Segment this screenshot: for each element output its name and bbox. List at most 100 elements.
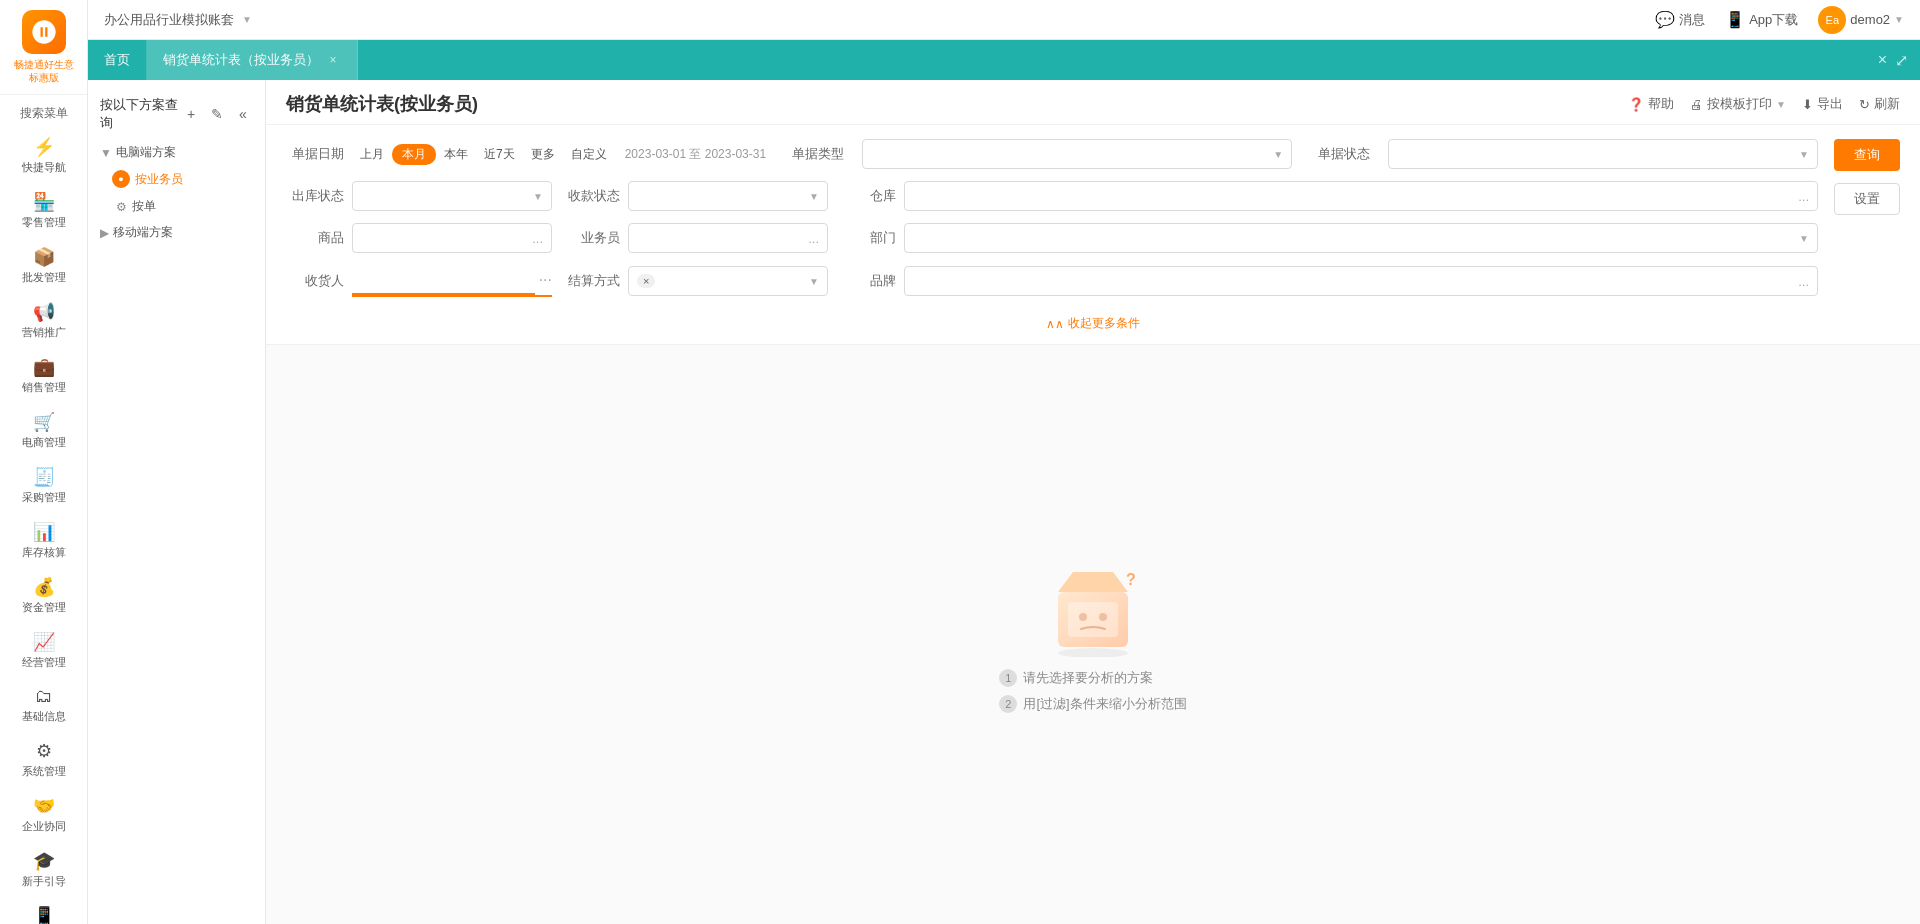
payment-method-select[interactable]: × ▼ <box>628 266 828 296</box>
salesperson-scheme-item[interactable]: ● 按业务员 <box>88 165 265 193</box>
refresh-icon: ↻ <box>1859 97 1870 112</box>
sidebar-item-quick-nav[interactable]: ⚡ 快捷导航 <box>0 128 87 183</box>
salesperson-select[interactable]: ... <box>628 223 828 253</box>
date-presets-group: 上月 本月 本年 近7天 更多 自定义 2023-03-01 至 2023-03… <box>352 144 766 165</box>
filter-row-1: 单据日期 上月 本月 本年 近7天 更多 自定义 2023-03-01 至 20… <box>286 139 1900 309</box>
sidebar-item-label: 新手引导 <box>22 874 66 889</box>
sidebar-item-retail[interactable]: 🏪 零售管理 <box>0 183 87 238</box>
empty-illustration: ? 1 请先选择要分析的方案 2 用[过滤]条件来缩小分析范围 <box>999 557 1186 713</box>
payment-status-select[interactable]: ▼ <box>628 181 828 211</box>
sidebar-item-system[interactable]: ⚙ 系统管理 <box>0 732 87 787</box>
top-header: 办公用品行业模拟账套 ▼ 💬 消息 📱 App下载 Ea demo2 ▼ <box>88 0 1920 40</box>
apps-icon: 📱 <box>33 905 55 924</box>
scheme-panel-title: 按以下方案查询 <box>100 96 181 132</box>
help-btn[interactable]: ❓ 帮助 <box>1628 95 1674 113</box>
sidebar-item-finance[interactable]: 💰 资金管理 <box>0 568 87 623</box>
tab-home[interactable]: 首页 <box>88 40 147 80</box>
user-name: demo2 <box>1850 12 1890 27</box>
consignee-input-wrap: ··· <box>352 265 552 297</box>
product-select[interactable]: ... <box>352 223 552 253</box>
warehouse-select[interactable]: ... <box>904 181 1818 211</box>
refresh-btn[interactable]: ↻ 刷新 <box>1859 95 1900 113</box>
header-title-area[interactable]: 办公用品行业模拟账套 ▼ <box>104 11 252 29</box>
doc-type-select[interactable]: ▼ <box>862 139 1292 169</box>
doc-status-select[interactable]: ▼ <box>1388 139 1818 169</box>
data-area: ? 1 请先选择要分析的方案 2 用[过滤]条件来缩小分析范围 <box>266 345 1920 924</box>
avatar-initials: Ea <box>1826 14 1839 26</box>
messages-btn[interactable]: 💬 消息 <box>1655 10 1705 29</box>
dept-select[interactable]: ▼ <box>904 223 1818 253</box>
filter-row-4: 收货人 ··· 结算方式 × ▼ <box>286 265 1818 297</box>
marketing-icon: 📢 <box>33 301 55 323</box>
stock-status-select[interactable]: ▼ <box>352 181 552 211</box>
retail-icon: 🏪 <box>33 191 55 213</box>
print-dropdown-icon: ▼ <box>1776 99 1786 110</box>
app-download-btn[interactable]: 📱 App下载 <box>1725 10 1798 29</box>
sidebar-item-label: 零售管理 <box>22 215 66 230</box>
scheme-add-btn[interactable]: + <box>181 104 201 124</box>
filter-row-3: 商品 ... 业务员 ... 部门 <box>286 223 1818 253</box>
user-profile[interactable]: Ea demo2 ▼ <box>1818 6 1904 34</box>
salesperson-scheme-label: 按业务员 <box>135 171 183 188</box>
header-title: 办公用品行业模拟账套 <box>104 11 234 29</box>
mobile-scheme-toggle[interactable]: ▶ 移动端方案 <box>88 220 265 245</box>
consignee-input[interactable] <box>352 265 535 295</box>
quick-nav-icon: ⚡ <box>33 136 55 158</box>
search-menu[interactable]: 搜索菜单 <box>20 95 68 128</box>
tab-salesperson-stats[interactable]: 销货单统计表（按业务员） × <box>147 40 358 80</box>
sales-icon: 💼 <box>33 356 55 378</box>
preset-7days[interactable]: 近7天 <box>476 144 523 165</box>
tip-text-1: 请先选择要分析的方案 <box>1023 669 1153 687</box>
preset-this-year[interactable]: 本年 <box>436 144 476 165</box>
payment-method-caret: ▼ <box>809 276 819 287</box>
sidebar-item-apps[interactable]: 📱 应用中心 <box>0 897 87 924</box>
system-icon: ⚙ <box>36 740 52 762</box>
export-btn[interactable]: ⬇ 导出 <box>1802 95 1843 113</box>
svg-point-3 <box>1099 613 1107 621</box>
sidebar-item-purchase[interactable]: 🧾 采购管理 <box>0 458 87 513</box>
help-label: 帮助 <box>1648 95 1674 113</box>
sidebar-item-sales[interactable]: 💼 销售管理 <box>0 348 87 403</box>
sidebar-item-business[interactable]: 📈 经营管理 <box>0 623 87 678</box>
brand-select[interactable]: ... <box>904 266 1818 296</box>
payment-method-label: 结算方式 <box>562 272 628 290</box>
preset-this-month[interactable]: 本月 <box>392 144 436 165</box>
svg-rect-1 <box>1068 602 1118 637</box>
sidebar-item-enterprise[interactable]: 🤝 企业协同 <box>0 787 87 842</box>
pc-scheme-toggle[interactable]: ▼ 电脑端方案 <box>88 140 265 165</box>
print-icon: 🖨 <box>1690 97 1703 112</box>
window-expand-btn[interactable]: ⤢ <box>1895 51 1908 70</box>
download-icon: 📱 <box>1725 10 1745 29</box>
by-order-scheme-item[interactable]: ⚙ 按单 <box>88 193 265 220</box>
scheme-collapse-btn[interactable]: « <box>233 104 253 124</box>
sidebar-item-inventory[interactable]: 📊 库存核算 <box>0 513 87 568</box>
sidebar-item-label: 基础信息 <box>22 709 66 724</box>
sidebar-item-ecommerce[interactable]: 🛒 电商管理 <box>0 403 87 458</box>
brand-label: 品牌 <box>838 272 904 290</box>
sidebar-item-label: 系统管理 <box>22 764 66 779</box>
sidebar-item-basic[interactable]: 🗂 基础信息 <box>0 678 87 732</box>
sidebar: 畅捷通好生意 标惠版 搜索菜单 ⚡ 快捷导航 🏪 零售管理 📦 批发管理 📢 营… <box>0 0 88 924</box>
date-range-text: 2023-03-01 至 2023-03-31 <box>625 146 766 163</box>
scheme-edit-btn[interactable]: ✎ <box>207 104 227 124</box>
query-button[interactable]: 查询 <box>1834 139 1900 171</box>
sidebar-item-label: 快捷导航 <box>22 160 66 175</box>
settings-button[interactable]: 设置 <box>1834 183 1900 215</box>
preset-last-month[interactable]: 上月 <box>352 144 392 165</box>
sidebar-item-newbie[interactable]: 🎓 新手引导 <box>0 842 87 897</box>
preset-more[interactable]: 更多 <box>523 144 563 165</box>
window-close-btn[interactable]: × <box>1878 51 1887 69</box>
collapse-btn[interactable]: ∧∧ 收起更多条件 <box>286 309 1900 334</box>
consignee-label: 收货人 <box>286 272 352 290</box>
salesperson-dots: ... <box>808 231 819 246</box>
sidebar-item-marketing[interactable]: 📢 营销推广 <box>0 293 87 348</box>
tab-close-btn[interactable]: × <box>325 52 341 68</box>
sidebar-item-wholesale[interactable]: 📦 批发管理 <box>0 238 87 293</box>
user-dropdown-icon: ▼ <box>1894 14 1904 25</box>
consignee-dots[interactable]: ··· <box>539 271 552 289</box>
warehouse-dots: ... <box>1798 189 1809 204</box>
sidebar-item-label: 营销推广 <box>22 325 66 340</box>
template-print-btn[interactable]: 🖨 按模板打印 ▼ <box>1690 95 1786 113</box>
preset-custom[interactable]: 自定义 <box>563 144 615 165</box>
payment-method-clear[interactable]: × <box>637 274 655 288</box>
